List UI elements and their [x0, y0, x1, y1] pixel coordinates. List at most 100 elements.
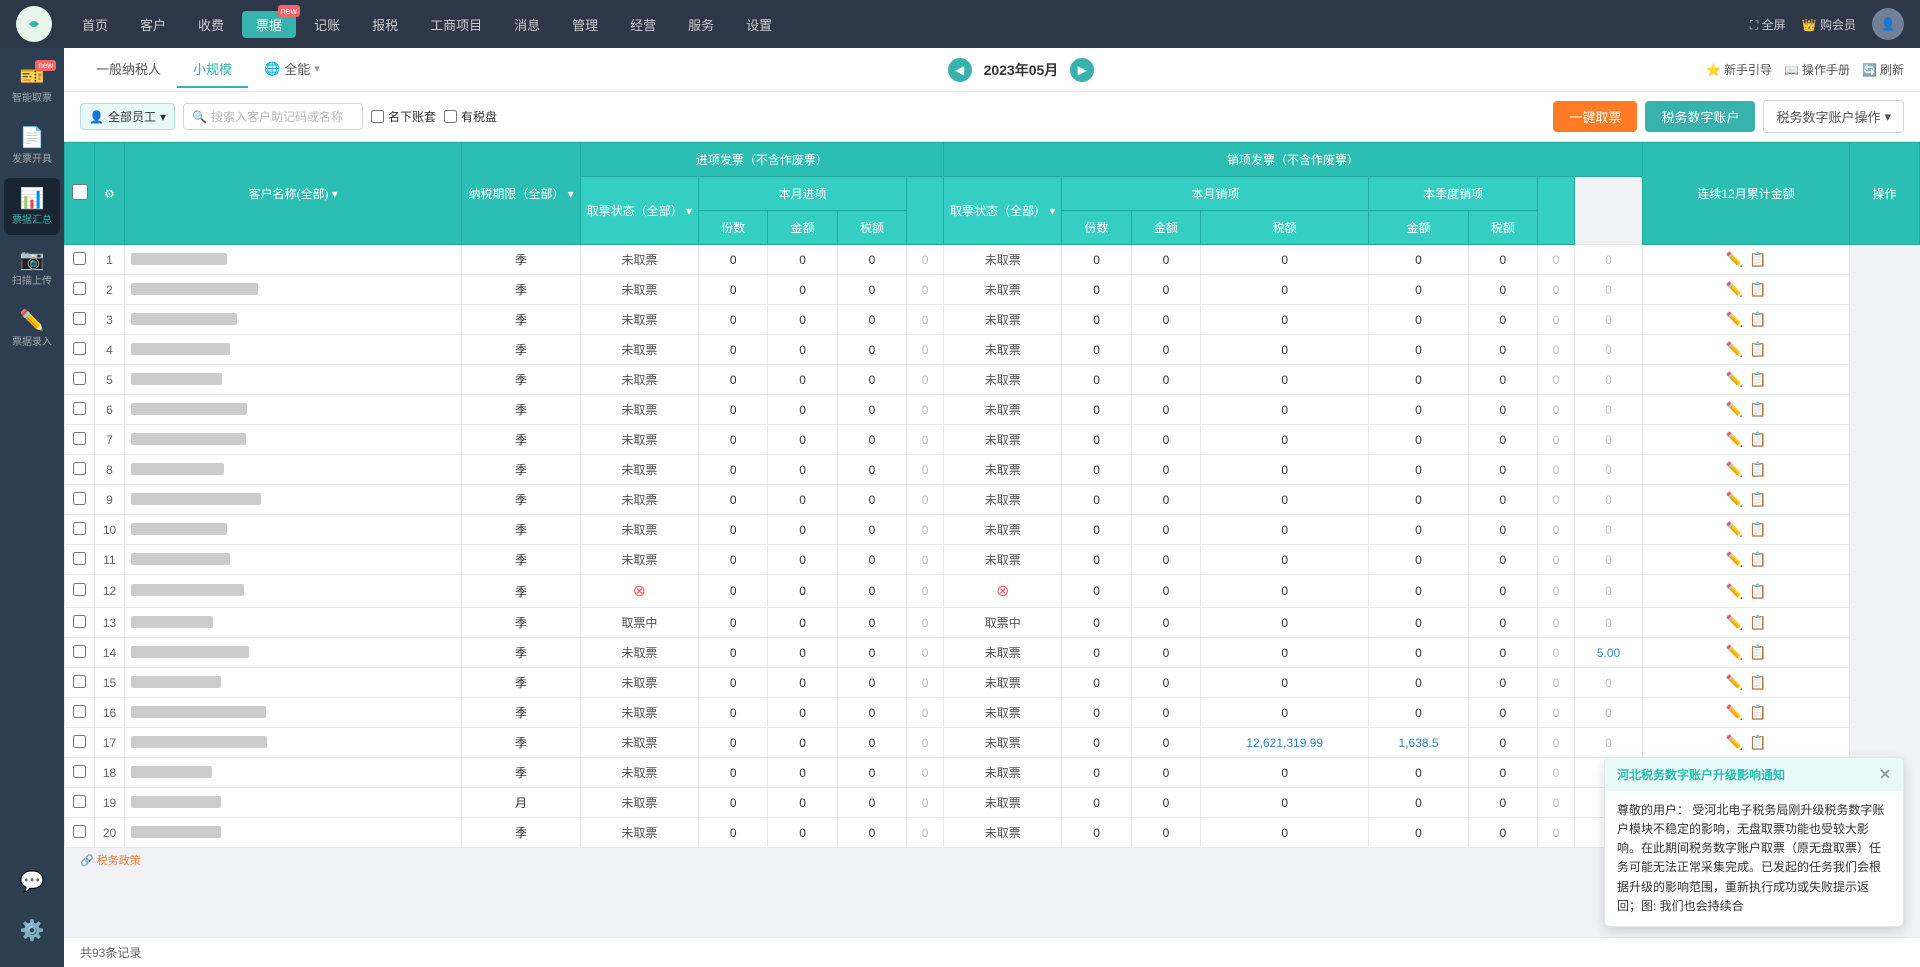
header-in-fetch-status[interactable]: 取票状态（全部） ▾ — [580, 177, 698, 245]
row-in-status[interactable]: 未取票 — [580, 668, 698, 698]
next-period-btn[interactable]: ▶ — [1070, 58, 1094, 82]
nav-accounting[interactable]: 记账 — [300, 11, 354, 38]
row-client-name[interactable] — [125, 668, 462, 698]
row-in-acc[interactable]: 0 — [907, 698, 944, 728]
notification-close-btn[interactable]: ✕ — [1879, 766, 1891, 783]
row-qtr-acc[interactable]: 0 — [1538, 758, 1575, 788]
copy-icon[interactable]: 📋 — [1749, 551, 1766, 568]
sidebar-item-messages[interactable]: 💬 — [4, 861, 60, 902]
tab-small-scale[interactable]: 小规模 — [177, 51, 248, 88]
row-client-name[interactable] — [125, 545, 462, 575]
edit-icon[interactable]: ✏️ — [1726, 644, 1743, 661]
row-in-status[interactable]: 未取票 — [580, 758, 698, 788]
row-qtr-acc[interactable]: 0 — [1538, 788, 1575, 818]
copy-icon[interactable]: 📋 — [1749, 431, 1766, 448]
row-out-status[interactable]: 未取票 — [944, 275, 1062, 305]
row-client-name[interactable] — [125, 788, 462, 818]
row-client-name[interactable] — [125, 275, 462, 305]
row-in-acc[interactable]: 0 — [907, 245, 944, 275]
row-out-status[interactable]: 未取票 — [944, 305, 1062, 335]
row-qtr-acc[interactable]: 0 — [1538, 728, 1575, 758]
row-client-name[interactable] — [125, 698, 462, 728]
edit-icon[interactable]: ✏️ — [1726, 614, 1743, 631]
tax-digital-account-ops-btn[interactable]: 税务数字账户操作 ▾ — [1763, 100, 1904, 133]
row-in-status[interactable]: 未取票 — [580, 728, 698, 758]
sidebar-item-invoice-entry[interactable]: ✏️ 票据录入 — [4, 300, 60, 357]
row-checkbox[interactable] — [65, 305, 95, 335]
sidebar-item-config[interactable]: ⚙️ — [4, 910, 60, 951]
sidebar-item-open-invoice[interactable]: 📄 发票开具 — [4, 117, 60, 174]
row-in-acc[interactable]: 0 — [907, 305, 944, 335]
nav-service[interactable]: 服务 — [674, 11, 728, 38]
row-client-name[interactable] — [125, 245, 462, 275]
row-out-status[interactable]: 未取票 — [944, 335, 1062, 365]
row-qtr-acc[interactable]: 0 — [1538, 425, 1575, 455]
row-out-status[interactable]: 未取票 — [944, 698, 1062, 728]
row-checkbox[interactable] — [65, 395, 95, 425]
copy-icon[interactable]: 📋 — [1749, 401, 1766, 418]
row-in-acc[interactable]: 0 — [907, 788, 944, 818]
row-in-acc[interactable]: 0 — [907, 608, 944, 638]
copy-icon[interactable]: 📋 — [1749, 341, 1766, 358]
nav-message[interactable]: 消息 — [500, 11, 554, 38]
edit-icon[interactable]: ✏️ — [1726, 461, 1743, 478]
row-client-name[interactable] — [125, 365, 462, 395]
row-out-status[interactable]: 未取票 — [944, 758, 1062, 788]
nav-home[interactable]: 首页 — [68, 11, 122, 38]
row-in-acc[interactable]: 0 — [907, 545, 944, 575]
row-in-status[interactable]: 未取票 — [580, 365, 698, 395]
nav-invoice[interactable]: 票据 new — [242, 11, 296, 38]
row-in-acc[interactable]: 0 — [907, 395, 944, 425]
row-out-status[interactable]: ⊗ — [944, 575, 1062, 608]
row-client-name[interactable] — [125, 758, 462, 788]
row-out-status[interactable]: 未取票 — [944, 455, 1062, 485]
edit-icon[interactable]: ✏️ — [1726, 521, 1743, 538]
row-qtr-acc[interactable]: 0 — [1538, 638, 1575, 668]
sidebar-item-invoice-summary[interactable]: 📊 票据汇总 — [4, 178, 60, 235]
row-out-status[interactable]: 未取票 — [944, 395, 1062, 425]
row-in-status[interactable]: 未取票 — [580, 485, 698, 515]
edit-icon[interactable]: ✏️ — [1726, 371, 1743, 388]
edit-icon[interactable]: ✏️ — [1726, 251, 1743, 268]
row-out-status[interactable]: 未取票 — [944, 668, 1062, 698]
nav-tax[interactable]: 报税 — [358, 11, 412, 38]
row-in-status[interactable]: 未取票 — [580, 638, 698, 668]
select-all-checkbox[interactable] — [72, 184, 88, 200]
row-client-name[interactable] — [125, 305, 462, 335]
row-in-status[interactable]: 未取票 — [580, 788, 698, 818]
row-in-status[interactable]: 未取票 — [580, 425, 698, 455]
row-checkbox[interactable] — [65, 788, 95, 818]
nav-client[interactable]: 客户 — [126, 11, 180, 38]
row-out-status[interactable]: 未取票 — [944, 818, 1062, 848]
row-client-name[interactable] — [125, 728, 462, 758]
copy-icon[interactable]: 📋 — [1749, 734, 1766, 751]
fullscreen-btn[interactable]: ⛶ 全屏 — [1750, 16, 1786, 33]
row-checkbox[interactable] — [65, 698, 95, 728]
header-client-name[interactable]: 客户名称(全部) ▾ — [125, 143, 462, 245]
row-qtr-acc[interactable]: 0 — [1538, 698, 1575, 728]
row-checkbox[interactable] — [65, 818, 95, 848]
row-out-status[interactable]: 取票中 — [944, 608, 1062, 638]
search-input[interactable]: 🔍 搜索入客户助记码或名称 — [183, 103, 363, 130]
edit-icon[interactable]: ✏️ — [1726, 341, 1743, 358]
header-tax-period[interactable]: 纳税期限（全部） ▾ — [462, 143, 580, 245]
row-qtr-acc[interactable]: 0 — [1538, 545, 1575, 575]
row-client-name[interactable] — [125, 515, 462, 545]
row-checkbox[interactable] — [65, 485, 95, 515]
row-in-status[interactable]: 未取票 — [580, 455, 698, 485]
copy-icon[interactable]: 📋 — [1749, 491, 1766, 508]
row-in-acc[interactable]: 0 — [907, 818, 944, 848]
row-in-status[interactable]: 未取票 — [580, 245, 698, 275]
copy-icon[interactable]: 📋 — [1749, 311, 1766, 328]
filter-subledger-checkbox[interactable]: 名下账套 — [371, 108, 436, 125]
row-checkbox[interactable] — [65, 758, 95, 788]
row-out-status[interactable]: 未取票 — [944, 515, 1062, 545]
row-checkbox[interactable] — [65, 455, 95, 485]
row-in-status[interactable]: 未取票 — [580, 305, 698, 335]
nav-manage[interactable]: 管理 — [558, 11, 612, 38]
edit-icon[interactable]: ✏️ — [1726, 401, 1743, 418]
row-qtr-acc[interactable]: 0 — [1538, 668, 1575, 698]
row-in-acc[interactable]: 0 — [907, 728, 944, 758]
row-out-status[interactable]: 未取票 — [944, 365, 1062, 395]
row-checkbox[interactable] — [65, 728, 95, 758]
